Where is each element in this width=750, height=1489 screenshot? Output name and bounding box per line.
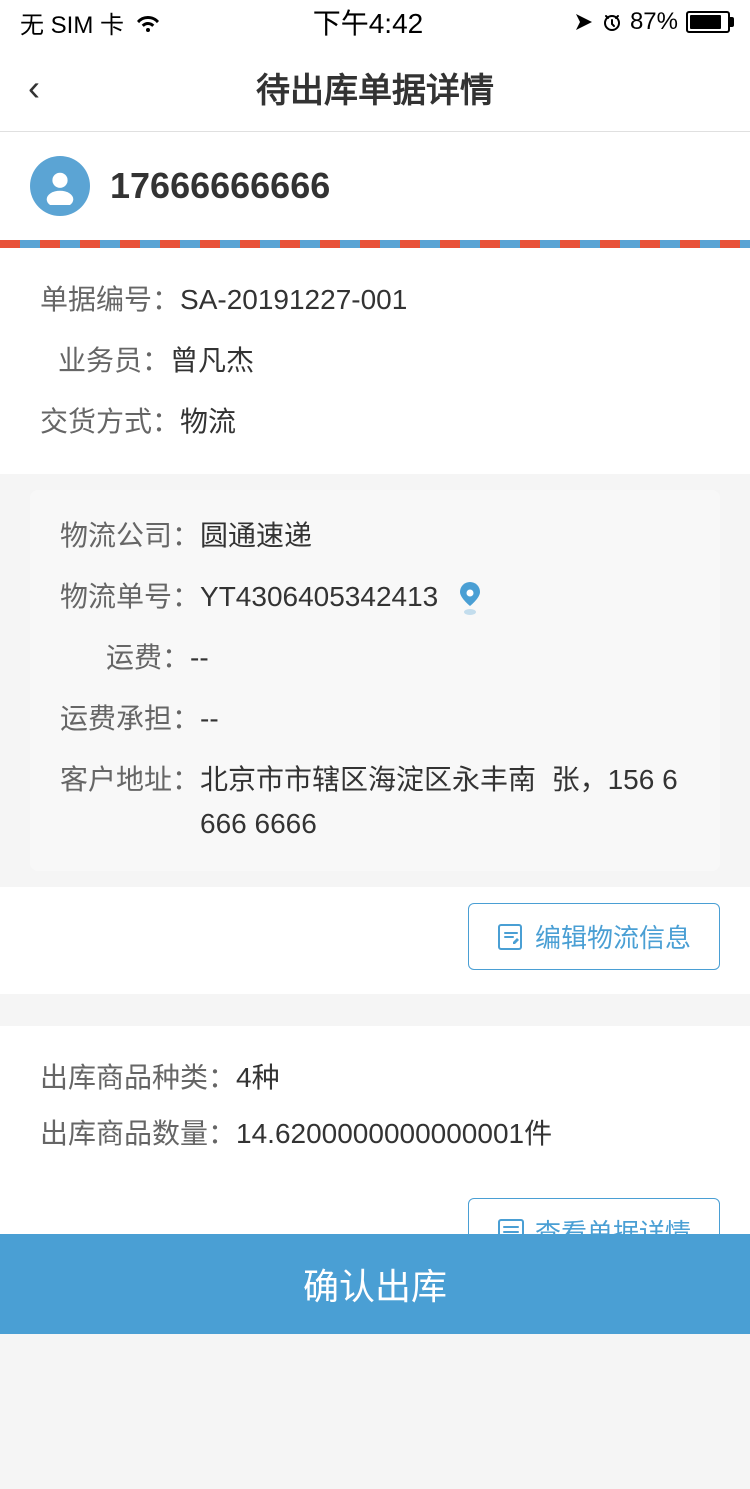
confirm-button-label: 确认出库	[303, 1258, 447, 1310]
goods-quantity-row: 出库商品数量： 14.62000000000000​01件	[40, 1112, 710, 1152]
freight-value: --	[190, 636, 690, 681]
wifi-icon	[134, 12, 162, 32]
alarm-icon	[602, 12, 622, 32]
tracking-value: YT43064053424​13	[200, 575, 690, 620]
freight-bearer-label: 运费承担：	[60, 697, 200, 742]
delivery-method-label: 交货方式：	[40, 400, 180, 445]
status-bar: 无 SIM 卡 下午4:42 87%	[0, 0, 750, 44]
delivery-method-value: 物流	[180, 400, 710, 445]
goods-quantity-value: 14.62000000000000​01件	[236, 1112, 710, 1152]
customer-phone: 17666666666	[110, 165, 330, 207]
freight-label: 运费：	[60, 636, 190, 681]
delivery-row: 交货方式： 物流	[40, 400, 710, 445]
avatar	[30, 156, 90, 216]
user-icon	[41, 167, 79, 205]
edit-btn-row: 编辑物流信息	[0, 887, 750, 994]
order-number-label: 单据编号：	[40, 278, 180, 323]
location-arrow-icon	[574, 12, 594, 32]
goods-category-value: 4种	[236, 1056, 710, 1096]
goods-section: 出库商品种类： 4种 出库商品数量： 14.62000000000000​01件	[0, 1026, 750, 1182]
edit-logistics-button[interactable]: 编辑物流信息	[468, 903, 720, 970]
order-info-section: 单据编号： SA-20191227-001 业务员： 曾凡杰 交货方式： 物流	[0, 248, 750, 474]
goods-category-row: 出库商品种类： 4种	[40, 1056, 710, 1096]
battery-icon	[686, 11, 730, 33]
tracking-label: 物流单号：	[60, 575, 200, 620]
order-number-value: SA-20191227-001	[180, 278, 710, 323]
logistics-company-row: 物流公司： 圆通速递	[60, 514, 690, 559]
goods-category-label: 出库商品种类：	[40, 1056, 236, 1096]
page-title: 待出库单据详情	[256, 63, 494, 112]
nav-bar: ‹ 待出库单据详情	[0, 44, 750, 132]
tracking-row: 物流单号： YT43064053424​13	[60, 575, 690, 620]
tracking-location-icon[interactable]	[452, 580, 488, 616]
status-right: 87%	[574, 8, 730, 36]
order-number-row: 单据编号： SA-20191227-001	[40, 278, 710, 323]
carrier-label: 无 SIM 卡	[20, 5, 124, 40]
logistics-company-value: 圆通速递	[200, 514, 690, 559]
customer-section: 17666666666	[0, 132, 750, 240]
freight-bearer-value: --	[200, 697, 690, 742]
logistics-company-label: 物流公司：	[60, 514, 200, 559]
freight-row: 运费： --	[60, 636, 690, 681]
goods-quantity-label: 出库商品数量：	[40, 1112, 236, 1152]
logistics-box: 物流公司： 圆通速递 物流单号： YT43064053424​13 运费： --…	[30, 490, 720, 871]
dashed-divider	[0, 240, 750, 248]
status-left: 无 SIM 卡	[20, 5, 162, 40]
back-button[interactable]: ‹	[28, 67, 40, 109]
freight-bearer-row: 运费承担： --	[60, 697, 690, 742]
salesman-label: 业务员：	[40, 339, 170, 384]
salesman-value: 曾凡杰	[170, 339, 710, 384]
status-time: 下午4:42	[313, 2, 424, 42]
section-divider-1	[0, 994, 750, 1010]
salesman-row: 业务员： 曾凡杰	[40, 339, 710, 384]
battery-percent: 87%	[630, 8, 678, 36]
address-value: 北京市市辖区海淀区永丰南 张，156 6666 6666	[200, 758, 690, 848]
address-label: 客户地址：	[60, 758, 200, 803]
confirm-button-bar[interactable]: 确认出库	[0, 1234, 750, 1334]
address-row: 客户地址： 北京市市辖区海淀区永丰南 张，156 6666 6666	[60, 758, 690, 848]
edit-icon	[497, 923, 525, 951]
